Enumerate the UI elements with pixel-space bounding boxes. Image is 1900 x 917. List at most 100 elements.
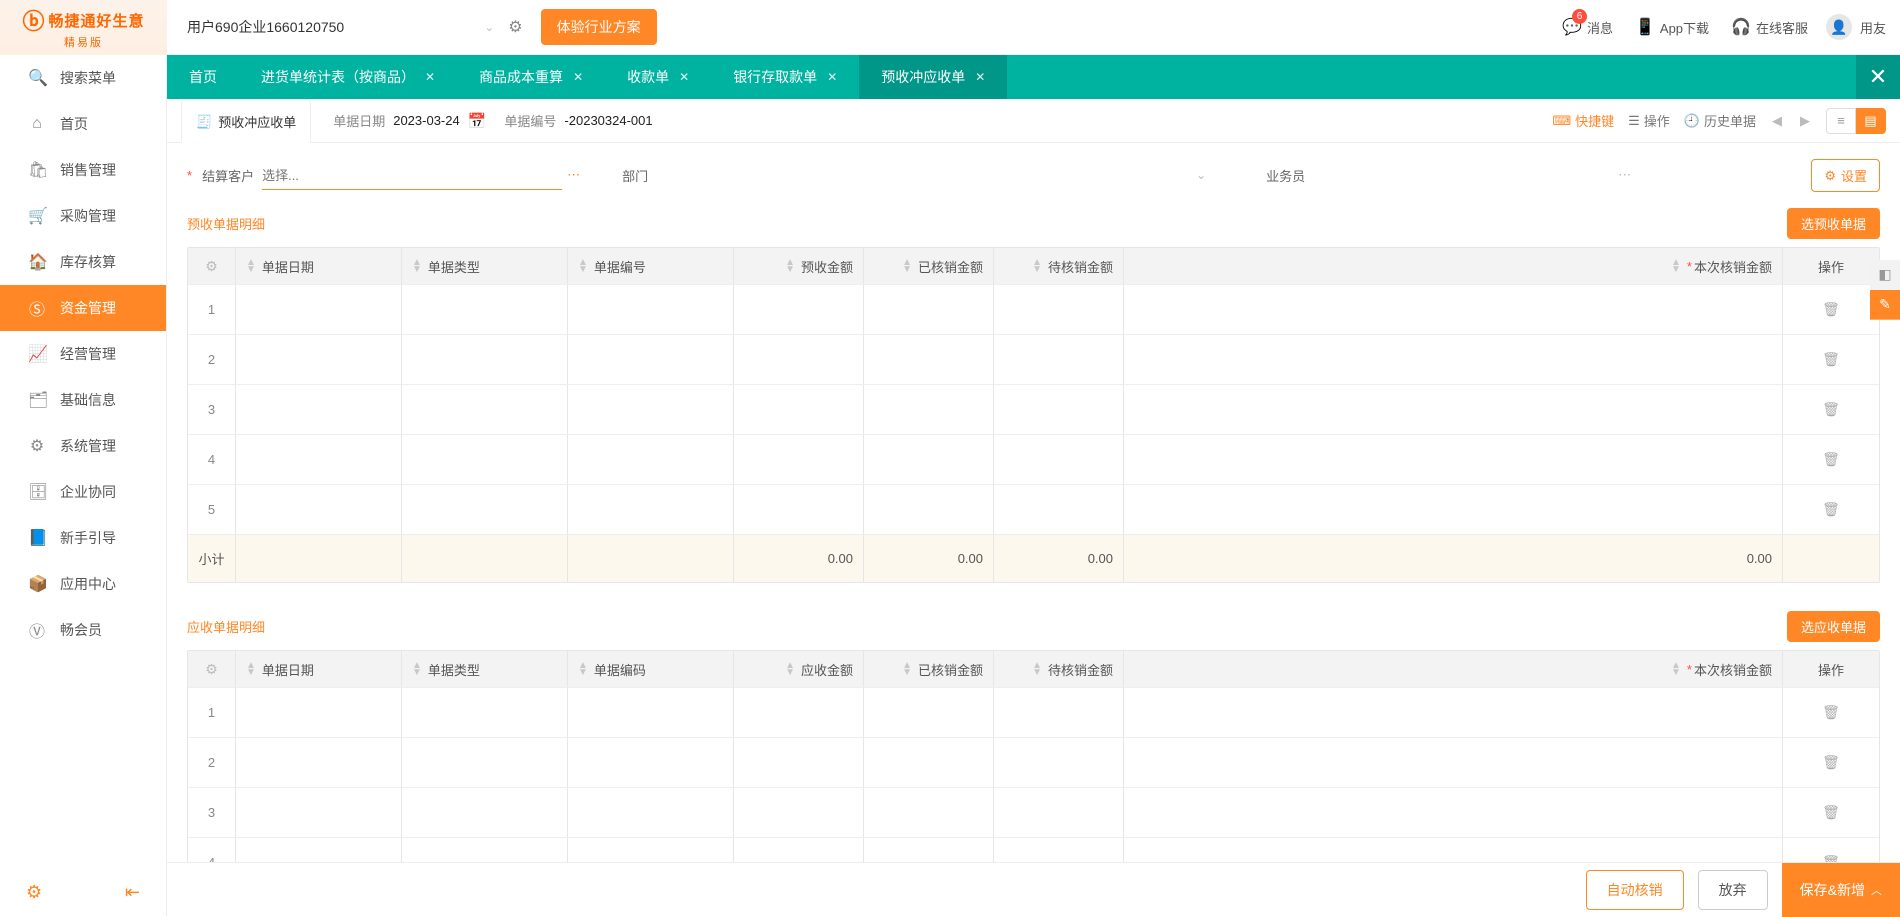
avatar[interactable]: 👤: [1826, 14, 1852, 40]
table-row[interactable]: 2 🗑: [188, 737, 1879, 787]
messages-button[interactable]: 💬 消息 6: [1562, 17, 1613, 37]
sort-icon[interactable]: ▲▼: [1032, 259, 1042, 273]
sales-picker-icon[interactable]: ⋯: [1618, 167, 1633, 183]
sort-icon[interactable]: ▲▼: [902, 259, 912, 273]
view-toggle: ≡ ▤: [1826, 108, 1886, 134]
collapse-icon[interactable]: ⇤: [125, 882, 140, 903]
sort-icon[interactable]: ▲▼: [246, 662, 256, 676]
online-service-button[interactable]: 🎧 在线客服: [1731, 17, 1808, 37]
customer-picker-icon[interactable]: ⋯: [567, 167, 582, 183]
prev-doc-button[interactable]: ◀: [1770, 113, 1784, 129]
sidebar-item-4[interactable]: 🏠库存核算: [0, 239, 166, 285]
delete-icon[interactable]: 🗑: [1822, 804, 1840, 821]
table-row[interactable]: 2 🗑: [188, 334, 1879, 384]
sort-icon[interactable]: ▲▼: [1032, 662, 1042, 676]
sort-icon[interactable]: ▲▼: [578, 259, 588, 273]
gear-icon[interactable]: ⚙: [205, 661, 218, 678]
document-tab[interactable]: 🧾 预收冲应收单: [181, 99, 311, 143]
delete-icon[interactable]: 🗑: [1822, 704, 1840, 721]
messages-badge: 6: [1572, 9, 1587, 24]
org-settings-icon[interactable]: ⚙: [508, 17, 522, 37]
sort-icon[interactable]: ▲▼: [1671, 662, 1681, 676]
table-row[interactable]: 4 🗑: [188, 837, 1879, 862]
sidebar-item-12[interactable]: Ⓥ畅会员: [0, 607, 166, 653]
dock-button-2[interactable]: ✎: [1870, 290, 1900, 320]
delete-icon[interactable]: 🗑: [1822, 854, 1840, 862]
close-icon[interactable]: ✕: [573, 70, 583, 84]
sort-icon[interactable]: ▲▼: [412, 259, 422, 273]
table-row[interactable]: 3 🗑: [188, 787, 1879, 837]
sort-icon[interactable]: ▲▼: [246, 259, 256, 273]
app-download-button[interactable]: 📱 App下载: [1635, 17, 1709, 37]
tab-5[interactable]: 预收冲应收单✕: [859, 55, 1007, 99]
discard-button[interactable]: 放弃: [1698, 870, 1768, 910]
delete-icon[interactable]: 🗑: [1822, 351, 1840, 368]
sidebar-item-2[interactable]: 🛍销售管理: [0, 147, 166, 193]
table-row[interactable]: 5 🗑: [188, 484, 1879, 534]
sales-input[interactable]: [1313, 162, 1613, 189]
sidebar-item-1[interactable]: ⌂首页: [0, 101, 166, 147]
tab-3[interactable]: 收款单✕: [605, 55, 711, 99]
content-scroll[interactable]: * 结算客户 ⋯ 部门 ⌄ 业务员: [167, 143, 1900, 862]
view-form-button[interactable]: ▤: [1856, 108, 1886, 134]
auto-offset-button[interactable]: 自动核销: [1586, 870, 1684, 910]
sidebar-item-9[interactable]: 🗄企业协同: [0, 469, 166, 515]
tab-0[interactable]: 首页: [167, 55, 239, 99]
doc-date-value[interactable]: 2023-03-24: [393, 113, 460, 128]
next-doc-button[interactable]: ▶: [1798, 113, 1812, 129]
delete-icon[interactable]: 🗑: [1822, 301, 1840, 318]
sidebar-item-8[interactable]: ⚙系统管理: [0, 423, 166, 469]
sidebar-item-7[interactable]: 🗂基础信息: [0, 377, 166, 423]
dock-button-1[interactable]: ◧: [1870, 260, 1900, 290]
col-this: 本次核销金额: [1694, 257, 1772, 276]
sort-icon[interactable]: ▲▼: [902, 662, 912, 676]
sort-icon[interactable]: ▲▼: [785, 662, 795, 676]
history-button[interactable]: 🕘历史单据: [1684, 111, 1756, 130]
sidebar-item-0[interactable]: 🔍搜索菜单: [0, 55, 166, 101]
sidebar-icon: ⚙: [28, 436, 46, 456]
sort-icon[interactable]: ▲▼: [412, 662, 422, 676]
sidebar-item-label: 资金管理: [60, 298, 116, 318]
sidebar-item-10[interactable]: 📘新手引导: [0, 515, 166, 561]
close-icon[interactable]: ✕: [975, 70, 985, 84]
operate-button[interactable]: ☰操作: [1628, 111, 1670, 130]
settings-icon[interactable]: ⚙: [26, 882, 42, 903]
tab-2[interactable]: 商品成本重算✕: [457, 55, 605, 99]
sort-icon[interactable]: ▲▼: [578, 662, 588, 676]
delete-icon[interactable]: 🗑: [1822, 401, 1840, 418]
sort-icon[interactable]: ▲▼: [785, 259, 795, 273]
table-row[interactable]: 1 🗑: [188, 687, 1879, 737]
sales-label: 业务员: [1266, 166, 1305, 185]
sidebar-item-11[interactable]: 📦应用中心: [0, 561, 166, 607]
view-list-button[interactable]: ≡: [1826, 108, 1856, 134]
gear-icon[interactable]: ⚙: [205, 258, 218, 275]
chevron-down-icon[interactable]: ⌄: [1196, 168, 1206, 182]
close-all-tabs[interactable]: ✕: [1856, 55, 1900, 99]
table-row[interactable]: 4 🗑: [188, 434, 1879, 484]
delete-icon[interactable]: 🗑: [1822, 501, 1840, 518]
sidebar-item-6[interactable]: 📈经营管理: [0, 331, 166, 377]
close-icon[interactable]: ✕: [827, 70, 837, 84]
table-row[interactable]: 1 🗑: [188, 284, 1879, 334]
company-selector[interactable]: 用户690企业1660120750 ⌄: [187, 17, 494, 37]
select-receivable-button[interactable]: 选应收单据: [1787, 611, 1880, 642]
settings-button[interactable]: ⚙ 设置: [1811, 159, 1880, 192]
shortcut-button[interactable]: ⌨快捷键: [1552, 111, 1614, 130]
select-prepay-button[interactable]: 选预收单据: [1787, 208, 1880, 239]
customer-input[interactable]: [262, 162, 562, 189]
try-plan-button[interactable]: 体验行业方案: [541, 9, 657, 45]
tab-1[interactable]: 进货单统计表（按商品）✕: [239, 55, 457, 99]
save-and-new-button[interactable]: 保存&新增 ︿: [1782, 863, 1900, 917]
calendar-icon[interactable]: 📅: [468, 112, 487, 130]
close-icon[interactable]: ✕: [425, 70, 435, 84]
tab-4[interactable]: 银行存取款单✕: [711, 55, 859, 99]
sidebar-item-3[interactable]: 🛒采购管理: [0, 193, 166, 239]
sidebar-item-5[interactable]: Ⓢ资金管理: [0, 285, 166, 331]
close-icon[interactable]: ✕: [679, 70, 689, 84]
delete-icon[interactable]: 🗑: [1822, 754, 1840, 771]
delete-icon[interactable]: 🗑: [1822, 451, 1840, 468]
table-row[interactable]: 3 🗑: [188, 384, 1879, 434]
sort-icon[interactable]: ▲▼: [1671, 259, 1681, 273]
form-row: * 结算客户 ⋯ 部门 ⌄ 业务员: [167, 143, 1900, 202]
dept-input[interactable]: [656, 162, 916, 189]
